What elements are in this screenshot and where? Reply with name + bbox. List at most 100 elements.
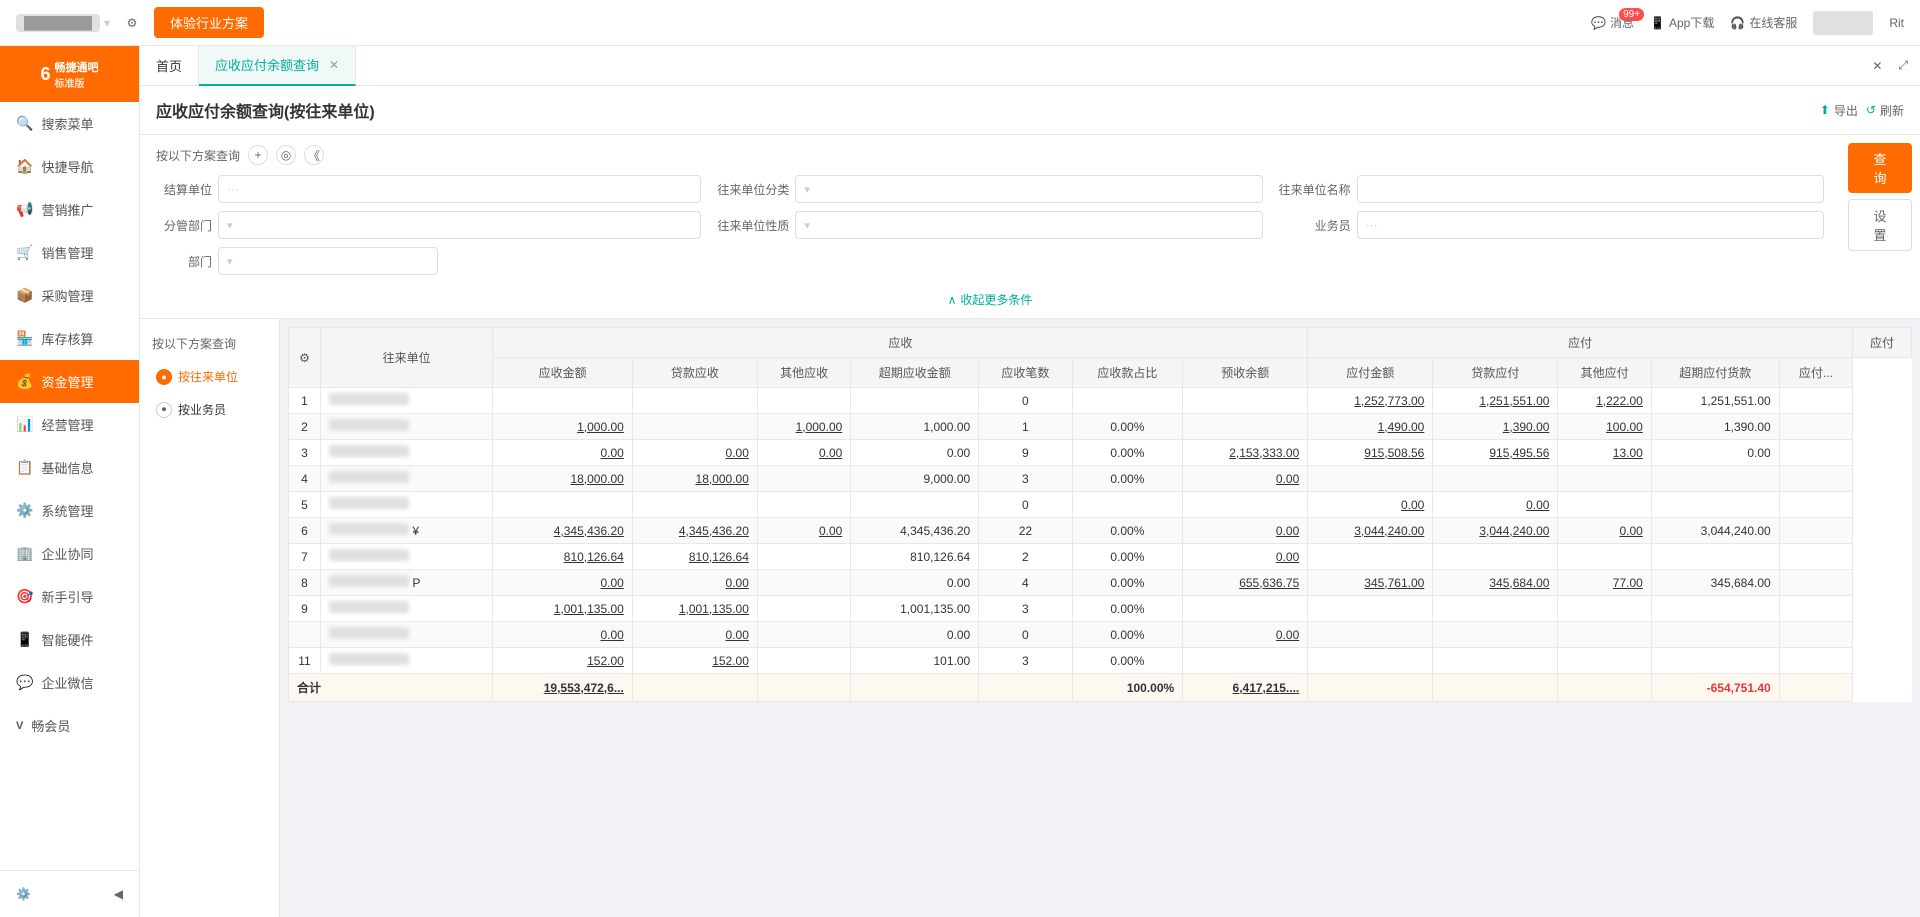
sidebar-logo: 6 畅捷通吧 标准版 xyxy=(0,46,139,102)
sales-icon: 🛒 xyxy=(16,244,33,261)
total-ar-prepay[interactable]: 6,417,215.... xyxy=(1183,674,1308,702)
filter-add-btn[interactable]: + xyxy=(248,145,268,165)
refresh-btn[interactable]: ↺ 刷新 xyxy=(1866,102,1904,119)
set-btn[interactable]: 设置 xyxy=(1848,199,1912,251)
top-bar-left: ████████ ▾ ⚙ 体验行业方案 xyxy=(16,7,1591,38)
sidebar-label-hardware: 智能硬件 xyxy=(41,630,93,649)
sidebar-item-member[interactable]: V 畅会员 xyxy=(0,704,139,747)
sidebar-item-operation[interactable]: 📊 经营管理 xyxy=(0,403,139,446)
user-name: Rit xyxy=(1889,16,1904,30)
refresh-label: 刷新 xyxy=(1880,102,1904,119)
unit-nature-arrow: ▾ xyxy=(804,219,810,232)
table-total-row: 合计 19,553,472,6... 100.00% 6,417,215.... xyxy=(289,674,1912,702)
filter-option-by-employee[interactable]: ⏺ 按业务员 xyxy=(140,393,279,426)
total-ap-amount xyxy=(1308,674,1433,702)
sidebar-item-wechat[interactable]: 💬 企业微信 xyxy=(0,661,139,704)
refresh-icon: ↺ xyxy=(1866,103,1876,117)
tab-close-btn[interactable]: ✕ xyxy=(329,58,339,72)
filter-panel: 按以下方案查询 ● 按往来单位 ⏺ 按业务员 xyxy=(140,319,280,917)
settlement-label: 结算单位 xyxy=(156,181,212,198)
table-row: 6 ¥4,345,436.204,345,436.200.004,345,436… xyxy=(289,518,1912,544)
filter-option-by-unit[interactable]: ● 按往来单位 xyxy=(140,360,279,393)
filter-settings-btn[interactable]: ◎ xyxy=(276,145,296,165)
sidebar-item-inventory[interactable]: 🏪 库存核算 xyxy=(0,317,139,360)
tab-home-label: 首页 xyxy=(156,56,182,75)
tab-close-window-btn[interactable]: ✕ xyxy=(1868,55,1886,77)
sidebar-item-hardware[interactable]: 📱 智能硬件 xyxy=(0,618,139,661)
th-settings[interactable]: ⚙ xyxy=(289,328,321,388)
sidebar-collapse-icon: ◀ xyxy=(114,887,123,901)
table-row: 418,000.0018,000.009,000.0030.00%0.00 xyxy=(289,466,1912,492)
sidebar-label-sales: 销售管理 xyxy=(41,243,93,262)
dept-arrow: ▾ xyxy=(227,219,233,232)
settings-icon[interactable]: ⚙ xyxy=(118,9,146,37)
total-ar-overdue xyxy=(851,674,979,702)
sidebar-item-guide[interactable]: 🎯 新手引导 xyxy=(0,575,139,618)
logo-sub: 标准版 xyxy=(55,75,99,90)
table-row: 11152.00152.00101.0030.00% xyxy=(289,648,1912,674)
sidebar-item-search[interactable]: 🔍 搜索菜单 xyxy=(0,102,139,145)
tab-home[interactable]: 首页 xyxy=(140,46,199,86)
filter-section: 按以下方案查询 + ◎ 《 结算单位 ··· 往来单位分类 xyxy=(140,135,1920,319)
user-area[interactable] xyxy=(1813,11,1873,35)
salesperson-input[interactable]: ··· xyxy=(1357,211,1824,239)
filter-header: 按以下方案查询 + ◎ 《 xyxy=(156,145,1824,165)
table-row: 30.000.000.000.0090.00%2,153,333.00915,5… xyxy=(289,440,1912,466)
tab-bar: 首页 应收应付余额查询 ✕ ✕ ⤢ xyxy=(140,46,1920,86)
query-btn[interactable]: 查询 xyxy=(1848,143,1912,193)
user-avatar xyxy=(1813,11,1873,35)
dept-label: 分管部门 xyxy=(156,217,212,234)
top-bar-right: 💬 消息 99+ 📱 App下载 🎧 在线客服 Rit xyxy=(1591,11,1904,35)
sidebar-label-inventory: 库存核算 xyxy=(41,329,93,348)
filter-group-unit-category: 往来单位分类 ▾ xyxy=(717,175,1262,203)
sidebar-label-operation: 经营管理 xyxy=(41,415,93,434)
department-arrow: ▾ xyxy=(227,255,233,268)
total-ar-amount[interactable]: 19,553,472,6... xyxy=(493,674,632,702)
th-ar-count: 应收笔数 xyxy=(979,358,1072,388)
table-area: ⚙ 往来单位 应收 应付 应付 应收金额 贷款应收 其他应收 超期应收金额 应收… xyxy=(280,319,1920,917)
sidebar-item-finance[interactable]: 💰 资金管理 xyxy=(0,360,139,403)
sidebar-item-basic-info[interactable]: 📋 基础信息 xyxy=(0,446,139,489)
total-ap-remaining xyxy=(1779,674,1852,702)
tab-arba[interactable]: 应收应付余额查询 ✕ xyxy=(199,46,356,86)
department-select[interactable]: ▾ xyxy=(218,247,438,275)
department-label: 部门 xyxy=(156,253,212,270)
messages-btn[interactable]: 💬 消息 99+ xyxy=(1591,14,1634,31)
dept-select[interactable]: ▾ xyxy=(218,211,701,239)
filter-collapse-btn[interactable]: 《 xyxy=(304,145,324,165)
filter-row-2: 分管部门 ▾ 往来单位性质 ▾ 业务员 ··· xyxy=(156,211,1824,239)
online-service-btn[interactable]: 🎧 在线客服 xyxy=(1730,14,1797,31)
main-content: 首页 应收应付余额查询 ✕ ✕ ⤢ 应收应付余额查询(按往来单位) ⬆ 导出 ↺ xyxy=(140,46,1920,917)
salesperson-label: 业务员 xyxy=(1279,217,1351,234)
sidebar-item-sales[interactable]: 🛒 销售管理 xyxy=(0,231,139,274)
sidebar-label-purchase: 采购管理 xyxy=(41,286,93,305)
content-area: 按以下方案查询 ● 按往来单位 ⏺ 按业务员 ⚙ 往来单位 xyxy=(140,319,1920,917)
unit-nature-select[interactable]: ▾ xyxy=(795,211,1262,239)
sidebar-settings-btn[interactable]: ⚙️ ◀ xyxy=(0,879,139,909)
collapse-more-btn[interactable]: ∧ 收起更多条件 xyxy=(948,291,1033,308)
filter-group-salesperson: 业务员 ··· xyxy=(1279,211,1824,239)
unit-name-input[interactable] xyxy=(1357,175,1824,203)
sidebar-item-system[interactable]: ⚙️ 系统管理 xyxy=(0,489,139,532)
total-ar-loan xyxy=(632,674,757,702)
export-btn[interactable]: ⬆ 导出 xyxy=(1820,102,1858,119)
unit-category-select[interactable]: ▾ xyxy=(795,175,1262,203)
by-unit-icon: ● xyxy=(156,369,172,385)
total-ap-loan xyxy=(1433,674,1558,702)
solution-btn[interactable]: 体验行业方案 xyxy=(154,7,264,38)
sidebar-label-enterprise: 企业协同 xyxy=(41,544,93,563)
filter-group-department: 部门 ▾ xyxy=(156,247,438,275)
th-ap-remaining-top: 应付 xyxy=(1852,328,1911,358)
unit-nature-label: 往来单位性质 xyxy=(717,217,789,234)
sidebar-item-purchase[interactable]: 📦 采购管理 xyxy=(0,274,139,317)
th-ap-overdue: 超期应付货款 xyxy=(1651,358,1779,388)
app-download-btn[interactable]: 📱 App下载 xyxy=(1650,14,1714,31)
total-ap-other xyxy=(1558,674,1651,702)
settlement-input[interactable]: ··· xyxy=(218,175,701,203)
breadcrumb-text: ████████ xyxy=(16,14,100,32)
sidebar: 6 畅捷通吧 标准版 🔍 搜索菜单 🏠 快捷导航 📢 营销推广 🛒 销售管理 📦… xyxy=(0,46,140,917)
tab-expand-btn[interactable]: ⤢ xyxy=(1894,54,1912,77)
sidebar-item-enterprise[interactable]: 🏢 企业协同 xyxy=(0,532,139,575)
sidebar-item-marketing[interactable]: 📢 营销推广 xyxy=(0,188,139,231)
sidebar-item-quick-nav[interactable]: 🏠 快捷导航 xyxy=(0,145,139,188)
